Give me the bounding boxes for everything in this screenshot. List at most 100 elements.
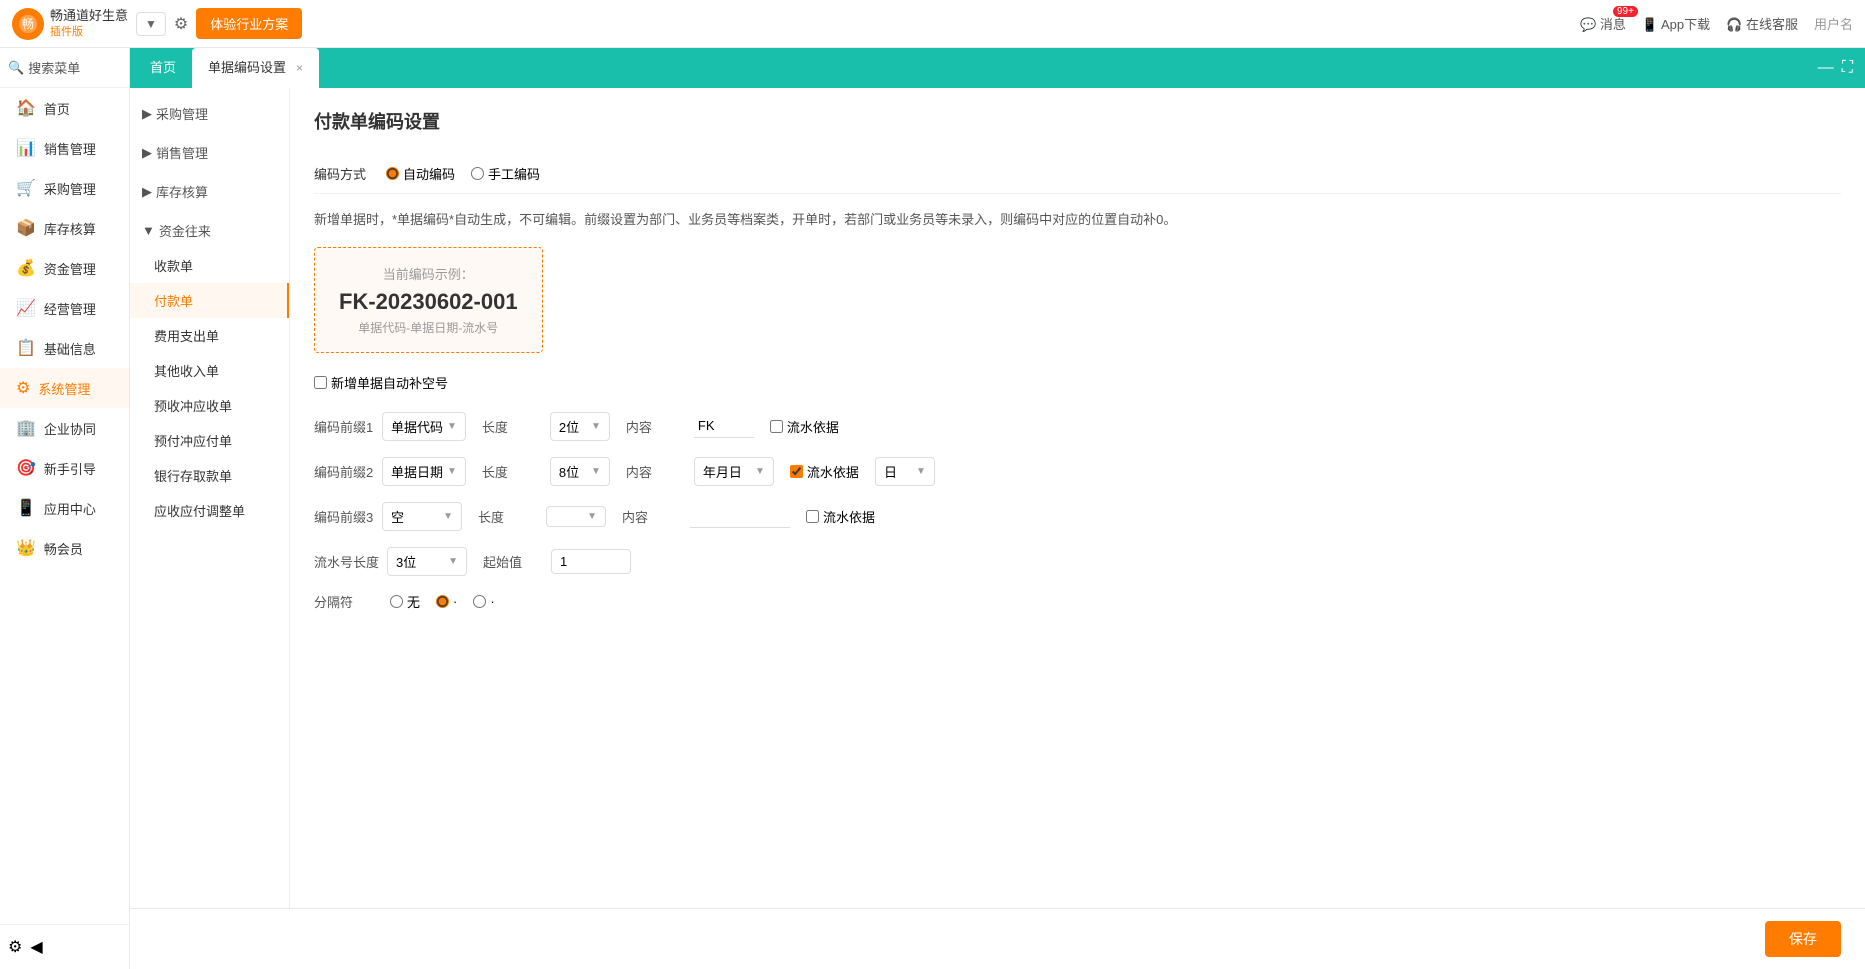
service-icon: 🎧 xyxy=(1726,17,1742,32)
sub-nav-prepay-receive[interactable]: 预收冲应收单 xyxy=(130,388,289,423)
sidebar-item-purchase[interactable]: 🛒 采购管理 xyxy=(0,168,129,208)
sidebar-item-member[interactable]: 👑 畅会员 xyxy=(0,528,129,568)
sidebar-item-guide[interactable]: 🎯 新手引导 xyxy=(0,448,129,488)
serial-length-select[interactable]: 3位 ▼ xyxy=(387,547,467,576)
separator-dot-radio-input[interactable] xyxy=(436,595,449,608)
separator-dot2-radio[interactable]: · xyxy=(473,594,494,609)
sub-nav-finance-header[interactable]: ▼ 资金往来 xyxy=(130,213,289,248)
online-service[interactable]: 🎧 在线客服 xyxy=(1726,14,1798,33)
length3-arrow-icon: ▼ xyxy=(587,511,597,522)
auto-code-radio-input[interactable] xyxy=(386,167,399,180)
main-layout: 🔍 搜索菜单 🏠 首页 📊 销售管理 🛒 采购管理 📦 库存核算 💰 资金管理 … xyxy=(0,48,1865,969)
watermark1-checkbox-input[interactable] xyxy=(770,420,783,433)
length1-label: 长度 xyxy=(482,417,542,436)
search-menu[interactable]: 🔍 搜索菜单 xyxy=(0,48,129,88)
sidebar-item-enterprise[interactable]: 🏢 企业协同 xyxy=(0,408,129,448)
content3-input[interactable] xyxy=(690,504,790,528)
tab-code-settings[interactable]: 单据编码设置 × xyxy=(192,48,319,88)
separator-none-radio-input[interactable] xyxy=(390,595,403,608)
length3-field: 长度 ▼ xyxy=(478,506,606,527)
sub-nav-purchase-header[interactable]: ▶ 采购管理 xyxy=(130,96,289,131)
watermark2-checkbox[interactable]: 流水依据 xyxy=(790,462,859,481)
sidebar-item-inventory[interactable]: 📦 库存核算 xyxy=(0,208,129,248)
settings-gear-icon[interactable]: ⚙ xyxy=(174,14,188,34)
window-minimize-btn[interactable]: — xyxy=(1818,59,1834,77)
sidebar-item-operation[interactable]: 📈 经营管理 xyxy=(0,288,129,328)
sub-nav-group-inventory: ▶ 库存核算 xyxy=(130,174,289,209)
sidebar-item-sales[interactable]: 📊 销售管理 xyxy=(0,128,129,168)
sub-nav-receipt[interactable]: 收款单 xyxy=(130,248,289,283)
manual-code-radio-input[interactable] xyxy=(471,167,484,180)
watermark2-checkbox-input[interactable] xyxy=(790,465,803,478)
sales-icon: 📊 xyxy=(16,138,36,158)
watermark3-checkbox-input[interactable] xyxy=(806,510,819,523)
prefix2-select[interactable]: 单据日期 ▼ xyxy=(382,457,466,486)
length3-select[interactable]: ▼ xyxy=(546,506,606,527)
length1-field: 长度 2位 ▼ xyxy=(482,412,610,441)
separator-none-radio[interactable]: 无 xyxy=(390,592,420,611)
arrow-right-icon3: ▶ xyxy=(142,184,152,200)
separator-dot-radio[interactable]: · xyxy=(436,594,457,609)
auto-code-radio[interactable]: 自动编码 xyxy=(386,164,455,183)
sidebar: 🔍 搜索菜单 🏠 首页 📊 销售管理 🛒 采购管理 📦 库存核算 💰 资金管理 … xyxy=(0,48,130,969)
sub-nav-payment[interactable]: 付款单 xyxy=(130,283,289,318)
app-download[interactable]: 📱 App下载 xyxy=(1642,14,1710,33)
sub-nav-expense[interactable]: 费用支出单 xyxy=(130,318,289,353)
length2-arrow-icon: ▼ xyxy=(591,466,601,477)
sub-nav-other-income[interactable]: 其他收入单 xyxy=(130,353,289,388)
sub-nav-sales-header[interactable]: ▶ 销售管理 xyxy=(130,135,289,170)
workspace-dropdown[interactable]: ▼ xyxy=(136,12,166,36)
page-content: ▶ 采购管理 ▶ 销售管理 ▶ 库存核算 xyxy=(130,88,1865,908)
start-value-input[interactable] xyxy=(551,549,631,574)
finance-icon: 💰 xyxy=(16,258,36,278)
sidebar-item-finance[interactable]: 💰 资金管理 xyxy=(0,248,129,288)
sub-nav-inventory-header[interactable]: ▶ 库存核算 xyxy=(130,174,289,209)
separator-dot2-radio-input[interactable] xyxy=(473,595,486,608)
sidebar-bottom: ⚙ ◀ xyxy=(0,924,129,969)
length2-select[interactable]: 8位 ▼ xyxy=(550,457,610,486)
sub-nav-bank-deposit[interactable]: 银行存取款单 xyxy=(130,458,289,493)
prefix3-select[interactable]: 空 ▼ xyxy=(382,502,462,531)
length2-label: 长度 xyxy=(482,462,542,481)
svg-text:畅: 畅 xyxy=(22,17,34,31)
prefix1-select[interactable]: 单据代码 ▼ xyxy=(382,412,466,441)
auto-fill-checkbox-input[interactable] xyxy=(314,376,327,389)
sub-nav-payable-adjust[interactable]: 应收应付调整单 xyxy=(130,493,289,528)
sidebar-item-basic[interactable]: 📋 基础信息 xyxy=(0,328,129,368)
watermark3-checkbox[interactable]: 流水依据 xyxy=(806,507,875,526)
message-badge: 99+ xyxy=(1613,6,1638,17)
user-info[interactable]: 用户名 xyxy=(1814,14,1853,33)
message-area[interactable]: 💬 消息 99+ xyxy=(1580,14,1626,33)
sidebar-item-system[interactable]: ⚙ 系统管理 xyxy=(0,368,129,408)
arrow-right-icon: ▶ xyxy=(142,106,152,122)
tab-close-icon[interactable]: × xyxy=(296,48,303,88)
collapse-icon[interactable]: ◀ xyxy=(30,937,42,957)
app-logo-icon: 畅 xyxy=(12,8,44,40)
watermark1-checkbox[interactable]: 流水依据 xyxy=(770,417,839,436)
tab-home[interactable]: 首页 xyxy=(134,48,192,88)
prefix-row-1: 编码前缀1 单据代码 ▼ 长度 2位 ▼ xyxy=(314,412,1841,441)
page-title: 付款单编码设置 xyxy=(314,108,1841,134)
logo-text-block: 畅通道好生意 插件版 xyxy=(50,8,128,40)
settings-bottom-icon[interactable]: ⚙ xyxy=(8,937,22,957)
sub-nav-group-finance: ▼ 资金往来 收款单 付款单 费用支出单 其他收入单 预收冲应收单 预付冲应付单… xyxy=(130,213,289,528)
prefix1-label: 编码前缀1 xyxy=(314,417,374,436)
watermark2-unit-select[interactable]: 日 ▼ xyxy=(875,457,935,486)
length3-label: 长度 xyxy=(478,507,538,526)
trial-button[interactable]: 体验行业方案 xyxy=(196,8,302,39)
manual-code-radio[interactable]: 手工编码 xyxy=(471,164,540,183)
sidebar-item-apps[interactable]: 📱 应用中心 xyxy=(0,488,129,528)
message-label: 消息 xyxy=(1600,17,1626,32)
content1-input[interactable] xyxy=(694,414,754,438)
length1-select[interactable]: 2位 ▼ xyxy=(550,412,610,441)
sidebar-item-home[interactable]: 🏠 首页 xyxy=(0,88,129,128)
form-area: 付款单编码设置 编码方式 自动编码 手工编码 xyxy=(290,88,1865,908)
separator-label: 分隔符 xyxy=(314,592,374,611)
encoding-radio-group: 自动编码 手工编码 xyxy=(386,164,540,183)
save-button[interactable]: 保存 xyxy=(1765,921,1841,957)
sub-nav-prepay-pay[interactable]: 预付冲应付单 xyxy=(130,423,289,458)
serial-length-field: 流水号长度 3位 ▼ xyxy=(314,547,467,576)
window-maximize-btn[interactable]: ⛶ xyxy=(1842,59,1853,77)
content2-select[interactable]: 年月日 ▼ xyxy=(694,457,774,486)
auto-fill-checkbox[interactable]: 新增单据自动补空号 xyxy=(314,373,448,392)
